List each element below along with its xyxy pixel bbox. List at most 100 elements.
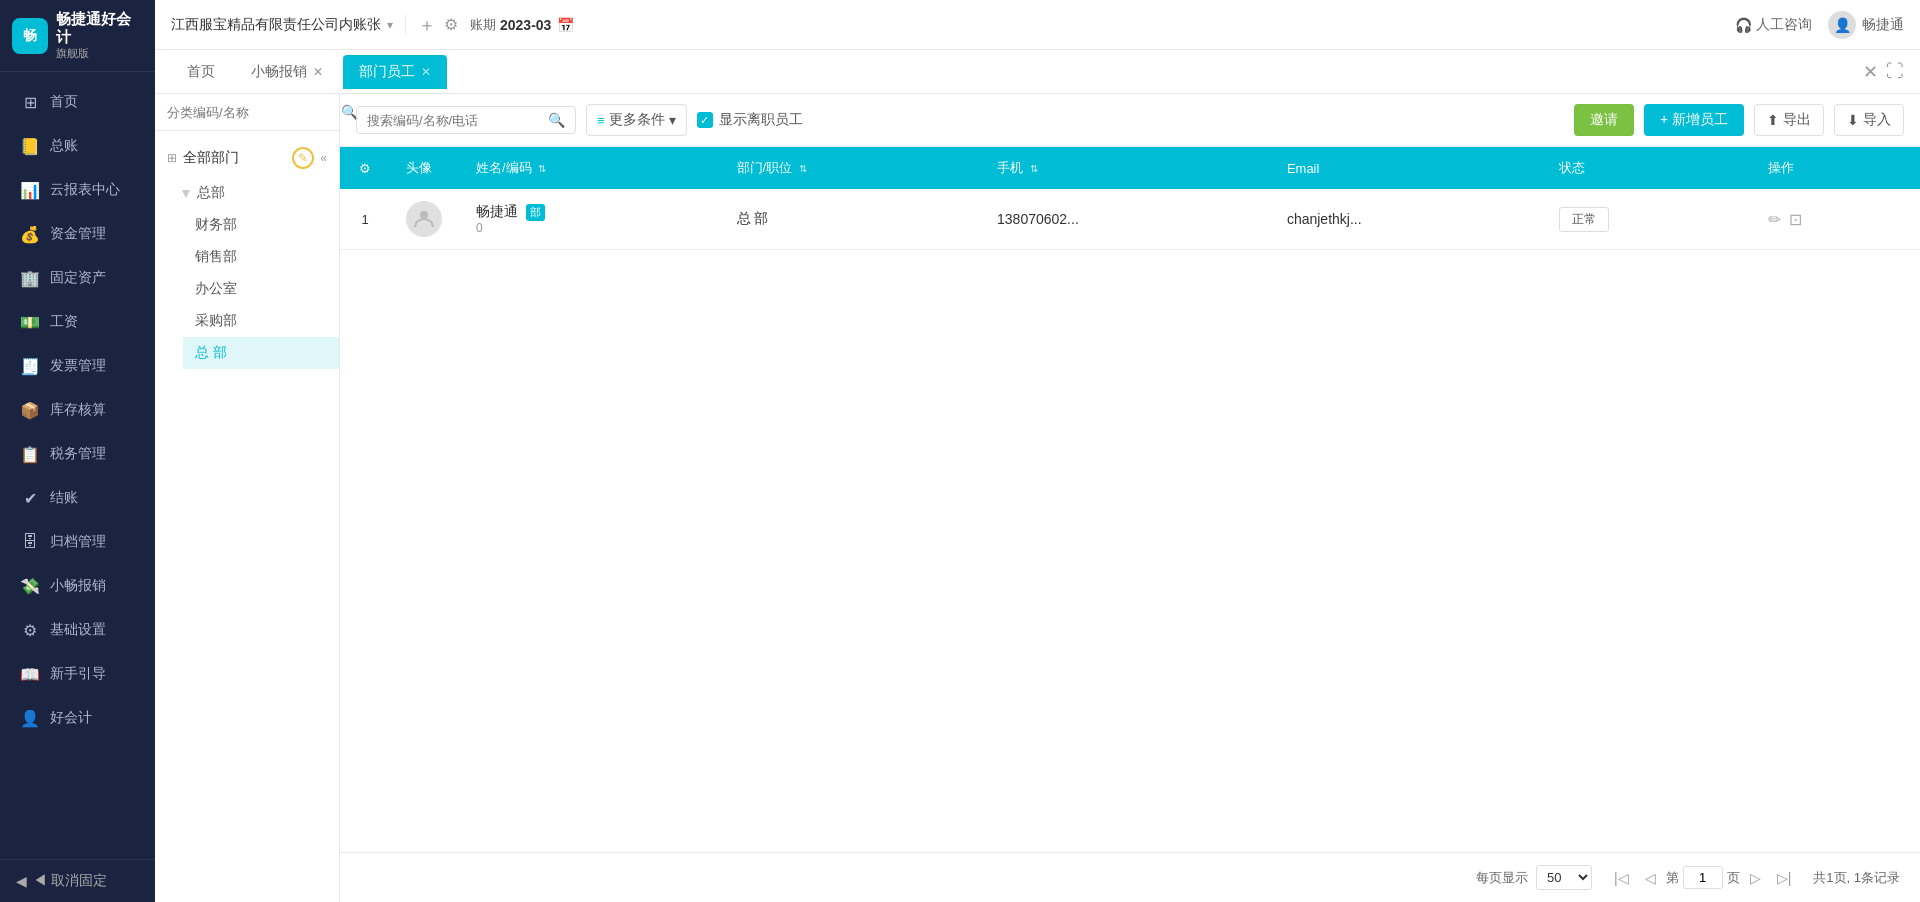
show-resigned-checkbox[interactable]: ✓ bbox=[697, 112, 713, 128]
sidebar-nav: ⊞ 首页 📒 总账 📊 云报表中心 💰 资金管理 🏢 固定资产 💵 工资 🧾 发… bbox=[0, 72, 155, 859]
sidebar-item-capital[interactable]: 💰 资金管理 bbox=[0, 212, 155, 256]
dept-collapse-btn[interactable]: « bbox=[320, 151, 327, 165]
ledger-icon: 📒 bbox=[20, 136, 40, 156]
settings-btn[interactable]: ⚙ bbox=[444, 15, 458, 34]
close-all-tabs-btn[interactable]: ✕ bbox=[1863, 61, 1878, 83]
sidebar-label-reports: 云报表中心 bbox=[50, 181, 120, 199]
employees-table-element: ⚙ 头像 姓名/编码 ⇅ 部门/职位 ⇅ 手机 ⇅ Email 状态 操作 1 bbox=[340, 147, 1920, 250]
tabbar-right: ✕ ⛶ bbox=[1863, 61, 1904, 83]
tab-expense[interactable]: 小畅报销 ✕ bbox=[235, 55, 339, 89]
topbar-divider bbox=[405, 15, 406, 35]
dept-office-label: 办公室 bbox=[195, 280, 237, 298]
employee-dept-badge: 部 bbox=[526, 204, 545, 221]
employee-search-icon[interactable]: 🔍 bbox=[548, 112, 565, 128]
dept-head-parent[interactable]: ▼ 总部 bbox=[167, 177, 339, 209]
dept-search-input[interactable] bbox=[167, 105, 335, 120]
export-btn[interactable]: ⬆ 导出 bbox=[1754, 104, 1824, 136]
sidebar-item-home[interactable]: ⊞ 首页 bbox=[0, 80, 155, 124]
th-email: Email bbox=[1271, 147, 1543, 189]
tab-home[interactable]: 首页 bbox=[171, 55, 231, 89]
sidebar-item-archive[interactable]: 🗄 归档管理 bbox=[0, 520, 155, 564]
filter-btn[interactable]: ≡ 更多条件 ▾ bbox=[586, 104, 687, 136]
last-page-btn[interactable]: ▷| bbox=[1771, 867, 1798, 889]
tab-employees-close[interactable]: ✕ bbox=[421, 65, 431, 79]
dept-purchase[interactable]: 采购部 bbox=[183, 305, 339, 337]
company-selector[interactable]: 江西服宝精品有限责任公司内账张 ▾ bbox=[171, 16, 393, 34]
sidebar-label-archive: 归档管理 bbox=[50, 533, 106, 551]
edit-employee-btn[interactable]: ✏ bbox=[1768, 210, 1781, 229]
dept-sales[interactable]: 销售部 bbox=[183, 241, 339, 273]
home-icon: ⊞ bbox=[20, 92, 40, 112]
sidebar-label-home: 首页 bbox=[50, 93, 78, 111]
more-employee-btn[interactable]: ⊡ bbox=[1789, 210, 1802, 229]
page-number-input[interactable] bbox=[1683, 866, 1723, 889]
sidebar-item-closing[interactable]: ✔ 结账 bbox=[0, 476, 155, 520]
th-settings[interactable]: ⚙ bbox=[340, 147, 390, 189]
sidebar-item-account[interactable]: 👤 好会计 bbox=[0, 696, 155, 740]
sidebar-item-ledger[interactable]: 📒 总账 bbox=[0, 124, 155, 168]
sidebar-label-account: 好会计 bbox=[50, 709, 92, 727]
sidebar-item-inventory[interactable]: 📦 库存核算 bbox=[0, 388, 155, 432]
tab-expense-close[interactable]: ✕ bbox=[313, 65, 323, 79]
user-avatar: 👤 bbox=[1828, 11, 1856, 39]
dept-edit-icon[interactable]: ✎ bbox=[292, 147, 314, 169]
import-btn[interactable]: ⬇ 导入 bbox=[1834, 104, 1904, 136]
fixed-assets-icon: 🏢 bbox=[20, 268, 40, 288]
dept-head-expand-icon: ▼ bbox=[179, 185, 193, 201]
sidebar-item-onboarding[interactable]: 📖 新手引导 bbox=[0, 652, 155, 696]
dept-tree: ⊞ 全部部门 ✎ « ▼ 总部 财务部 bbox=[155, 131, 339, 902]
user-info[interactable]: 👤 畅捷通 bbox=[1828, 11, 1904, 39]
sidebar-item-payroll[interactable]: 💵 工资 bbox=[0, 300, 155, 344]
sidebar-label-expense: 小畅报销 bbox=[50, 577, 106, 595]
page-nav: |◁ ◁ 第 页 ▷ ▷| bbox=[1608, 866, 1797, 889]
basic-settings-icon: ⚙ bbox=[20, 620, 40, 640]
employee-status: 正常 bbox=[1559, 207, 1609, 232]
pin-toggle-icon: ◀ bbox=[16, 873, 27, 889]
next-page-btn[interactable]: ▷ bbox=[1744, 867, 1767, 889]
th-name[interactable]: 姓名/编码 ⇅ bbox=[460, 147, 721, 189]
employee-name: 畅捷通 部 bbox=[476, 203, 705, 221]
sidebar-item-fixed-assets[interactable]: 🏢 固定资产 bbox=[0, 256, 155, 300]
tabbar: 首页 小畅报销 ✕ 部门员工 ✕ ✕ ⛶ bbox=[155, 50, 1920, 94]
logo-title: 畅捷通好会计 bbox=[56, 10, 143, 46]
invite-btn[interactable]: 邀请 bbox=[1574, 104, 1634, 136]
sidebar-item-expense[interactable]: 💸 小畅报销 bbox=[0, 564, 155, 608]
add-company-btn[interactable]: ＋ bbox=[418, 13, 436, 37]
pin-toggle-btn[interactable]: ◀ ◀ 取消固定 bbox=[0, 859, 155, 902]
sidebar-label-closing: 结账 bbox=[50, 489, 78, 507]
sidebar-item-basic-settings[interactable]: ⚙ 基础设置 bbox=[0, 608, 155, 652]
dept-search-area: 🔍 bbox=[155, 94, 339, 131]
row-name-cell: 畅捷通 部 0 bbox=[460, 189, 721, 250]
sidebar-item-invoice[interactable]: 🧾 发票管理 bbox=[0, 344, 155, 388]
filter-label: 更多条件 bbox=[609, 111, 665, 129]
logo-text-area: 畅捷通好会计 旗舰版 bbox=[56, 10, 143, 61]
row-index: 1 bbox=[340, 189, 390, 250]
employee-search-input[interactable] bbox=[367, 113, 542, 128]
sidebar-item-reports[interactable]: 📊 云报表中心 bbox=[0, 168, 155, 212]
import-icon: ⬇ bbox=[1847, 112, 1859, 128]
page-text: 第 bbox=[1666, 869, 1679, 887]
first-page-btn[interactable]: |◁ bbox=[1608, 867, 1635, 889]
all-dept-item[interactable]: ⊞ 全部部门 ✎ « bbox=[155, 139, 339, 177]
expand-tabs-btn[interactable]: ⛶ bbox=[1886, 61, 1904, 83]
sidebar-label-fixed-assets: 固定资产 bbox=[50, 269, 106, 287]
add-employee-btn[interactable]: + 新增员工 bbox=[1644, 104, 1744, 136]
tab-employees[interactable]: 部门员工 ✕ bbox=[343, 55, 447, 89]
period-calendar-icon[interactable]: 📅 bbox=[557, 17, 574, 33]
sidebar-item-tax[interactable]: 📋 税务管理 bbox=[0, 432, 155, 476]
tab-home-label: 首页 bbox=[187, 63, 215, 81]
dept-general[interactable]: 总 部 bbox=[183, 337, 339, 369]
service-btn[interactable]: 🎧 人工咨询 bbox=[1735, 16, 1812, 34]
sidebar: 畅 畅捷通好会计 旗舰版 ⊞ 首页 📒 总账 📊 云报表中心 💰 资金管理 🏢 … bbox=[0, 0, 155, 902]
dept-finance[interactable]: 财务部 bbox=[183, 209, 339, 241]
th-phone[interactable]: 手机 ⇅ bbox=[981, 147, 1271, 189]
dept-office[interactable]: 办公室 bbox=[183, 273, 339, 305]
company-dropdown-icon: ▾ bbox=[387, 18, 393, 32]
filter-icon: ≡ bbox=[597, 113, 605, 128]
show-resigned-toggle[interactable]: ✓ 显示离职员工 bbox=[697, 111, 803, 129]
page-size-select[interactable]: 10 20 50 100 bbox=[1536, 865, 1592, 890]
th-dept[interactable]: 部门/职位 ⇅ bbox=[721, 147, 982, 189]
dept-sub-children: 财务部 销售部 办公室 采购部 总 部 bbox=[167, 209, 339, 369]
reports-icon: 📊 bbox=[20, 180, 40, 200]
prev-page-btn[interactable]: ◁ bbox=[1639, 867, 1662, 889]
